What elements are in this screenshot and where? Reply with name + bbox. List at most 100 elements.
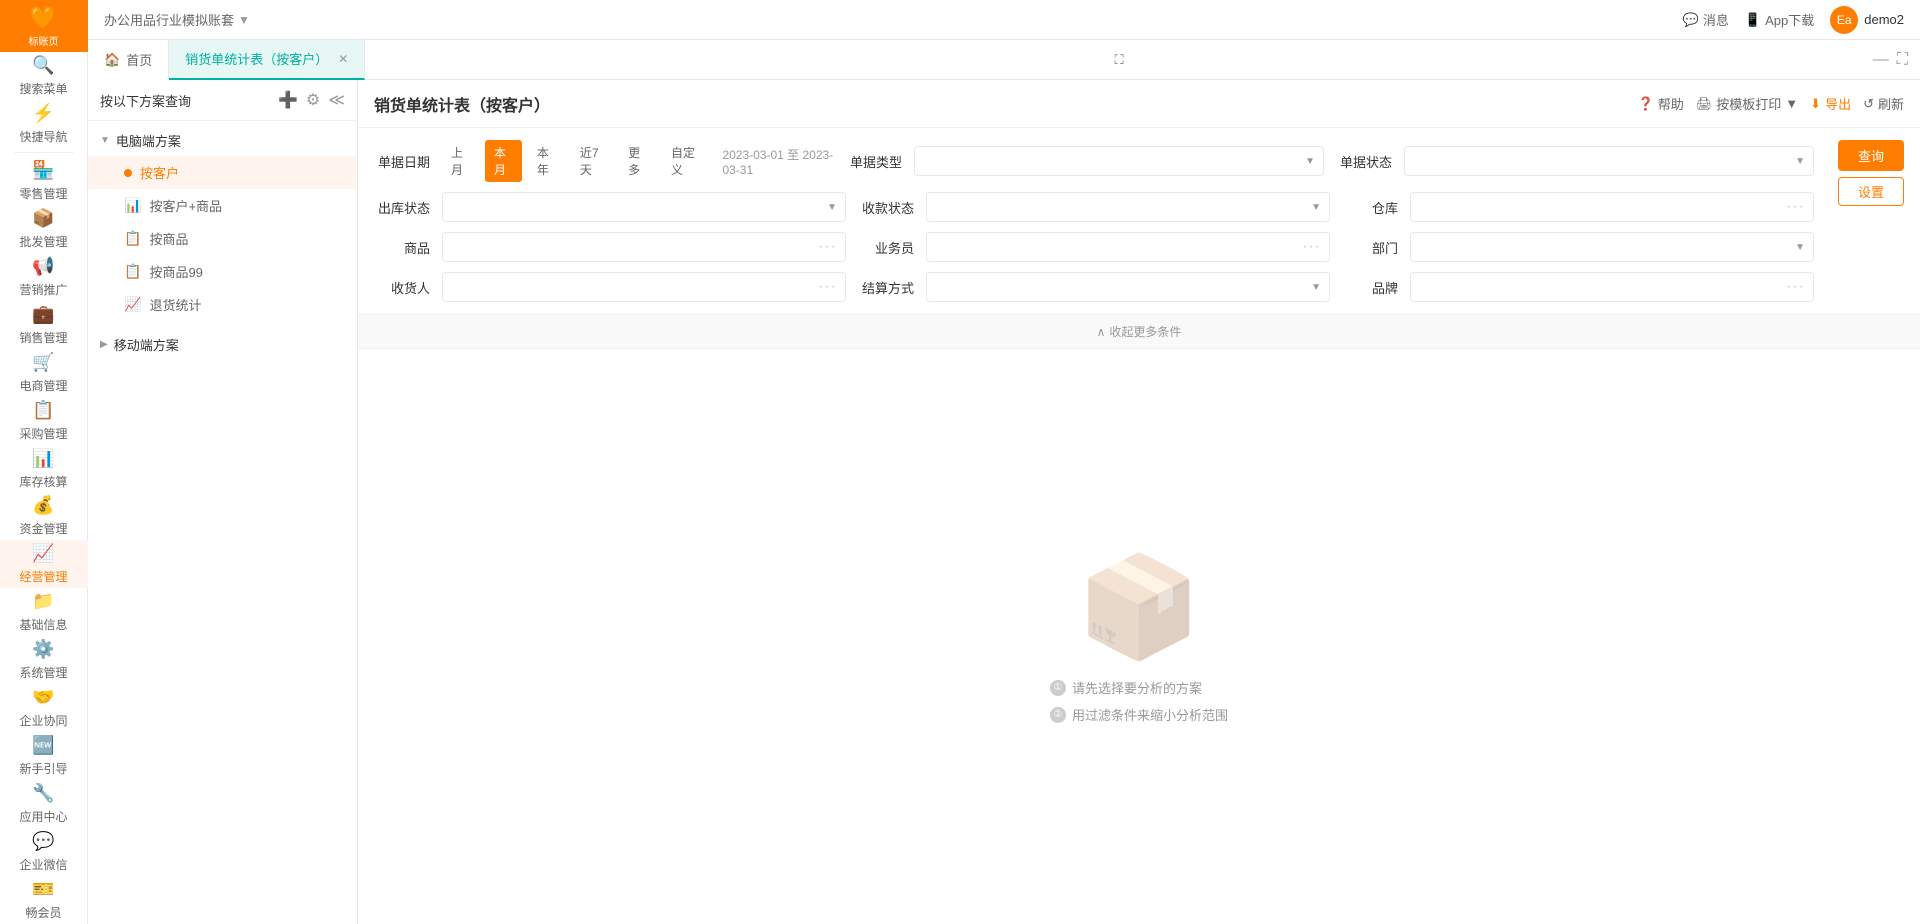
date-range: 2023-03-01 至 2023-03-31 [722,146,834,177]
payment-select[interactable]: ▼ [926,192,1330,222]
tab-minimize-btn[interactable]: — [1873,51,1889,69]
settlement-select[interactable]: ▼ [926,272,1330,302]
date-btn-7days[interactable]: 近7天 [571,140,613,182]
sidebar-item-purchase[interactable]: 📋 采购管理 [0,397,88,445]
scheme-item-goods-label: 按商品 [149,229,188,248]
type-select[interactable]: ▼ [914,146,1324,176]
wholesale-icon: 📦 [32,208,54,229]
user-avatar[interactable]: Ea [1830,6,1858,34]
collapse-bar[interactable]: ∧ 收起更多条件 [358,315,1920,349]
out-status-arrow: ▼ [827,202,837,213]
status-select[interactable]: ▼ [1404,146,1814,176]
apps-icon: 🔧 [32,783,54,804]
type-label: 单据类型 [846,152,902,171]
warehouse-select[interactable]: ··· [1410,192,1814,222]
shortcut-icon: ⚡ [32,103,54,124]
payment-arrow: ▼ [1311,202,1321,213]
tab-home-label: 首页 [126,50,152,69]
sidebar-item-ecommerce[interactable]: 🛒 电商管理 [0,349,88,397]
settlement-arrow: ▼ [1311,282,1321,293]
print-icon: 🖨 [1696,96,1713,112]
tab-sales-label: 销货单统计表（按客户） [185,49,328,68]
tab-close-btn[interactable]: ✕ [338,52,348,66]
sidebar-item-apps[interactable]: 🔧 应用中心 [0,780,88,828]
management-icon: 📈 [32,543,54,564]
recipient-dots: ··· [818,278,837,296]
department-label: 部门 [1342,238,1398,257]
sidebar-item-member[interactable]: 🎫 畅会员 [0,876,88,924]
query-btn[interactable]: 查询 [1838,140,1904,171]
sidebar-item-search[interactable]: 🔍 搜索菜单 [0,52,88,100]
member-icon: 🎫 [32,879,54,900]
sidebar-item-label: 畅会员 [25,904,61,921]
tab-home[interactable]: 🏠 首页 [88,40,169,80]
recipient-select[interactable]: ··· [442,272,846,302]
app-logo[interactable]: 🧡 标账页 [0,0,88,52]
add-scheme-icon[interactable]: ➕ [278,90,298,110]
sidebar-item-marketing[interactable]: 📢 营销推广 [0,253,88,301]
message-icon: 💬 [1683,12,1699,28]
sidebar-item-finance[interactable]: 💰 资金管理 [0,493,88,541]
scheme-group-mobile-header[interactable]: ▶ 移动端方案 [88,329,357,360]
sidebar-item-label: 营销推广 [19,281,67,298]
empty-illustration: 📦 [1077,549,1202,666]
app-download-btn[interactable]: 📱 App下载 [1745,10,1814,29]
filter-row-1: 单据日期 上月 本月 本年 近7天 更多 自定义 2023-03-01 至 20… [374,140,1814,182]
settings-scheme-icon[interactable]: ⚙ [306,90,320,110]
empty-tip-1: ① 请先选择要分析的方案 [1050,678,1228,697]
refresh-icon: ↺ [1863,96,1874,112]
scheme-item-return[interactable]: 📈 退货统计 [88,288,357,321]
sidebar-item-guide[interactable]: 🆕 新手引导 [0,732,88,780]
sidebar-item-cooperation[interactable]: 🤝 企业协同 [0,684,88,732]
tab-maximize-btn[interactable]: ⛶ [1897,51,1908,69]
date-btn-this-year[interactable]: 本年 [528,140,565,182]
date-label: 单据日期 [374,152,430,171]
print-btn[interactable]: 🖨 按模板打印 ▼ [1696,94,1798,113]
sidebar-item-management[interactable]: 📈 经营管理 [0,540,88,588]
settings-btn[interactable]: 设置 [1838,177,1904,206]
collapse-btn[interactable]: ∧ 收起更多条件 [1097,323,1182,340]
sidebar-item-basic[interactable]: 📁 基础信息 [0,588,88,636]
sidebar-item-shortcut[interactable]: ⚡ 快捷导航 [0,100,88,148]
export-btn[interactable]: ⬇ 导出 [1810,94,1851,113]
scheme-item-customer[interactable]: 按客户 [88,156,357,189]
date-btn-custom[interactable]: 自定义 [662,140,708,182]
sidebar-item-inventory[interactable]: 📊 库存核算 [0,445,88,493]
scheme-item-goods[interactable]: 📋 按商品 [88,222,357,255]
empty-tips: ① 请先选择要分析的方案 ② 用过滤条件来缩小分析范围 [1050,678,1228,724]
scheme-item-goods99[interactable]: 📋 按商品99 [88,255,357,288]
date-btn-this-month[interactable]: 本月 [485,140,522,182]
collapse-panel-icon[interactable]: ≪ [328,90,345,110]
sidebar-item-wechat[interactable]: 💬 企业微信 [0,828,88,876]
sidebar-item-system[interactable]: ⚙️ 系统管理 [0,636,88,684]
department-arrow: ▼ [1795,242,1805,253]
title-actions: ❓ 帮助 🖨 按模板打印 ▼ ⬇ 导出 ↺ 刷新 [1638,94,1904,113]
department-select[interactable]: ▼ [1410,232,1814,262]
message-btn[interactable]: 💬 消息 [1683,10,1729,29]
main-area: 办公用品行业模拟账套 ▼ 💬 消息 📱 App下载 Ea demo2 🏠 首页 [88,0,1920,924]
user-section[interactable]: Ea demo2 [1830,6,1904,34]
out-status-select[interactable]: ▼ [442,192,846,222]
tab-expand-btn[interactable]: ⛶ [1099,52,1139,68]
sidebar-item-sales[interactable]: 💼 销售管理 [0,301,88,349]
date-btn-last-month[interactable]: 上月 [442,140,479,182]
scheme-item-customer-goods[interactable]: 📊 按客户+商品 [88,189,357,222]
app-download-label: App下载 [1765,10,1814,29]
salesperson-select[interactable]: ··· [926,232,1330,262]
goods-select[interactable]: ··· [442,232,846,262]
sidebar-divider [14,152,74,153]
payment-label: 收款状态 [858,198,914,217]
header-dropdown-arrow[interactable]: ▼ [238,13,250,27]
help-btn[interactable]: ❓ 帮助 [1638,94,1684,113]
refresh-btn[interactable]: ↺ 刷新 [1863,94,1904,113]
sidebar-item-wholesale[interactable]: 📦 批发管理 [0,205,88,253]
date-btn-more[interactable]: 更多 [619,140,656,182]
page-title-bar: 销货单统计表（按客户） ❓ 帮助 🖨 按模板打印 ▼ ⬇ 导出 [358,80,1920,128]
brand-select[interactable]: ··· [1410,272,1814,302]
tip-1-num: ① [1050,680,1066,696]
scheme-group-pc-header[interactable]: ▼ 电脑端方案 [88,125,357,156]
tab-sales-stats[interactable]: 销货单统计表（按客户） ✕ [169,40,365,80]
return-icon: 📈 [124,296,141,313]
sidebar-item-retail[interactable]: 🏪 零售管理 [0,157,88,205]
sidebar-item-label: 批发管理 [19,233,67,250]
